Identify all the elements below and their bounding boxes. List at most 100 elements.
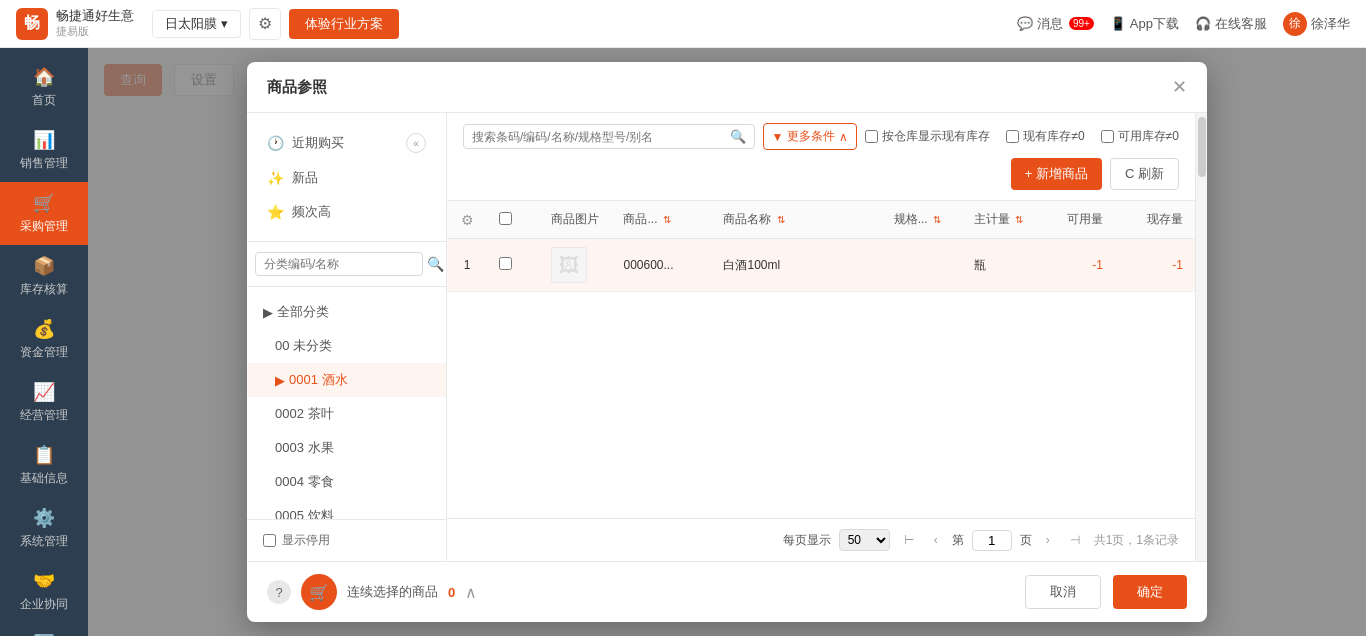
table-body: 1 🖼: [447, 239, 1195, 292]
checkbox-warehouse-input[interactable]: [865, 130, 878, 143]
logo-icon: 畅: [16, 8, 48, 40]
checkbox-stock-input[interactable]: [1006, 130, 1019, 143]
sidebar-item-finance[interactable]: 💰 资金管理: [0, 308, 88, 371]
sidebar-item-enterprise[interactable]: 🤝 企业协同: [0, 560, 88, 623]
cat-0001-arrow: ▶: [275, 373, 285, 388]
th-spec[interactable]: 规格... ⇅: [882, 201, 962, 239]
checkbox-warehouse[interactable]: 按仓库显示现有库存: [865, 128, 990, 145]
new-product-tab[interactable]: ✨ 新品: [255, 161, 438, 195]
sidebar: 🏠 首页 📊 销售管理 🛒 采购管理 📦 库存核算 💰 资金管理 📈 经营管理 …: [0, 48, 88, 636]
category-0002[interactable]: 0002 茶叶: [247, 397, 446, 431]
toolbar: 🔍 ▼ 更多条件 ∧ 按仓库显示现有库存: [447, 113, 1195, 201]
product-image-placeholder: 🖼: [551, 247, 587, 283]
table-header: ⚙ 商品图片: [447, 201, 1195, 239]
main-content: 查询 设置 刷新 商品参照 ✕ 🕐: [88, 48, 1366, 636]
show-disabled-area: 显示停用: [247, 519, 446, 561]
checkbox-avail-input[interactable]: [1101, 130, 1114, 143]
category-0003[interactable]: 0003 水果: [247, 431, 446, 465]
th-settings: ⚙: [447, 201, 487, 239]
frequent-tab[interactable]: ⭐ 频次高: [255, 195, 438, 229]
category-0001[interactable]: ▶ 0001 酒水: [247, 363, 446, 397]
message-badge: 99+: [1069, 17, 1094, 30]
nav-user-btn[interactable]: 徐 徐泽华: [1283, 12, 1350, 36]
category-search-input[interactable]: [255, 252, 423, 276]
confirm-btn[interactable]: 确定: [1113, 575, 1187, 609]
th-code[interactable]: 商品... ⇅: [611, 201, 711, 239]
sidebar-item-basic[interactable]: 📋 基础信息: [0, 434, 88, 497]
collapse-btn[interactable]: «: [406, 133, 426, 153]
row-checkbox[interactable]: [499, 257, 512, 270]
product-search-input[interactable]: [472, 130, 726, 144]
recent-purchase-tab[interactable]: 🕐 近期购买 «: [255, 125, 438, 161]
page-input[interactable]: [972, 530, 1012, 551]
page-info: 共1页，1条记录: [1094, 532, 1179, 549]
add-product-btn[interactable]: + 新增商品: [1011, 158, 1102, 190]
category-all[interactable]: ▶ 全部分类: [247, 295, 446, 329]
sidebar-item-operation[interactable]: 📈 经营管理: [0, 371, 88, 434]
next-page-btn[interactable]: ›: [1040, 531, 1056, 549]
row-available: -1: [1035, 239, 1115, 292]
sidebar-item-inventory[interactable]: 📦 库存核算: [0, 245, 88, 308]
main-layout: 🏠 首页 📊 销售管理 🛒 采购管理 📦 库存核算 💰 资金管理 📈 经营管理 …: [0, 48, 1366, 636]
category-0005[interactable]: 0005 饮料: [247, 499, 446, 519]
nav-branch-dropdown[interactable]: 日太阳膜 ▾: [152, 10, 241, 38]
help-icon-btn[interactable]: ?: [267, 580, 291, 604]
new-icon: ✨: [267, 170, 284, 186]
select-all-checkbox[interactable]: [499, 212, 512, 225]
modal-scrollbar[interactable]: [1195, 113, 1207, 561]
nav-message-btn[interactable]: 💬 消息 99+: [1017, 15, 1094, 33]
basic-icon: 📋: [33, 444, 55, 466]
th-name[interactable]: 商品名称 ⇅: [711, 201, 881, 239]
category-0004[interactable]: 0004 零食: [247, 465, 446, 499]
category-search-icon[interactable]: 🔍: [427, 256, 444, 272]
scroll-thumb[interactable]: [1198, 117, 1206, 177]
table-header-row: ⚙ 商品图片: [447, 201, 1195, 239]
table-row[interactable]: 1 🖼: [447, 239, 1195, 292]
prev-page-btn[interactable]: ‹: [928, 531, 944, 549]
row-name: 白酒100ml: [711, 239, 881, 292]
sidebar-item-guide[interactable]: 🆕 新手引导: [0, 623, 88, 636]
th-available: 可用量: [1035, 201, 1115, 239]
product-table: ⚙ 商品图片: [447, 201, 1195, 292]
filter-btn[interactable]: ▼ 更多条件 ∧: [763, 123, 858, 150]
refresh-btn[interactable]: C 刷新: [1110, 158, 1179, 190]
table-settings-icon[interactable]: ⚙: [461, 212, 474, 228]
filter-icon: ▼: [772, 130, 784, 144]
show-disabled-label[interactable]: 显示停用: [282, 532, 330, 549]
operation-icon: 📈: [33, 381, 55, 403]
category-list: ▶ 全部分类 00 未分类 ▶ 0001 酒水 0002 茶: [247, 287, 446, 519]
nav-support-btn[interactable]: 🎧 在线客服: [1195, 15, 1267, 33]
checkbox-avail-nonzero[interactable]: 可用库存≠0: [1101, 128, 1179, 145]
page-suffix: 页: [1020, 532, 1032, 549]
toolbar-right: + 新增商品 C 刷新: [1011, 158, 1179, 190]
cancel-btn[interactable]: 取消: [1025, 575, 1101, 609]
first-page-btn[interactable]: ⊢: [898, 531, 920, 549]
sidebar-item-system[interactable]: ⚙️ 系统管理: [0, 497, 88, 560]
modal-close-btn[interactable]: ✕: [1172, 76, 1187, 98]
product-search-bar: 🔍: [463, 124, 755, 149]
per-page-select[interactable]: 50 10 20 100: [839, 529, 890, 551]
last-page-btn[interactable]: ⊣: [1064, 531, 1086, 549]
nav-right: 💬 消息 99+ 📱 App下载 🎧 在线客服 徐 徐泽华: [1017, 12, 1350, 36]
trial-btn[interactable]: 体验行业方案: [289, 9, 399, 39]
product-table-container: ⚙ 商品图片: [447, 201, 1195, 518]
sidebar-item-sales[interactable]: 📊 销售管理: [0, 119, 88, 182]
product-search-icon[interactable]: 🔍: [730, 129, 746, 144]
expand-icon[interactable]: ∧: [465, 583, 477, 602]
nav-app-btn[interactable]: 📱 App下载: [1110, 15, 1179, 33]
th-unit[interactable]: 主计量 ⇅: [962, 201, 1035, 239]
category-00[interactable]: 00 未分类: [247, 329, 446, 363]
logo-area: 畅 畅捷通好生意 捷易版: [16, 8, 136, 40]
row-image-cell: 🖼: [539, 239, 611, 292]
selected-label: 连续选择的商品: [347, 583, 438, 601]
home-icon: 🏠: [33, 66, 55, 88]
show-disabled-checkbox[interactable]: [263, 534, 276, 547]
cart-icon-btn[interactable]: 🛒: [301, 574, 337, 610]
modal-left-panel: 🕐 近期购买 « ✨ 新品 ⭐ 频次高: [247, 113, 447, 561]
sidebar-item-home[interactable]: 🏠 首页: [0, 56, 88, 119]
sidebar-item-purchase[interactable]: 🛒 采购管理: [0, 182, 88, 245]
nav-gear-btn[interactable]: ⚙: [249, 8, 281, 40]
sales-icon: 📊: [33, 129, 55, 151]
checkbox-stock-nonzero[interactable]: 现有库存≠0: [1006, 128, 1084, 145]
frequent-icon: ⭐: [267, 204, 284, 220]
